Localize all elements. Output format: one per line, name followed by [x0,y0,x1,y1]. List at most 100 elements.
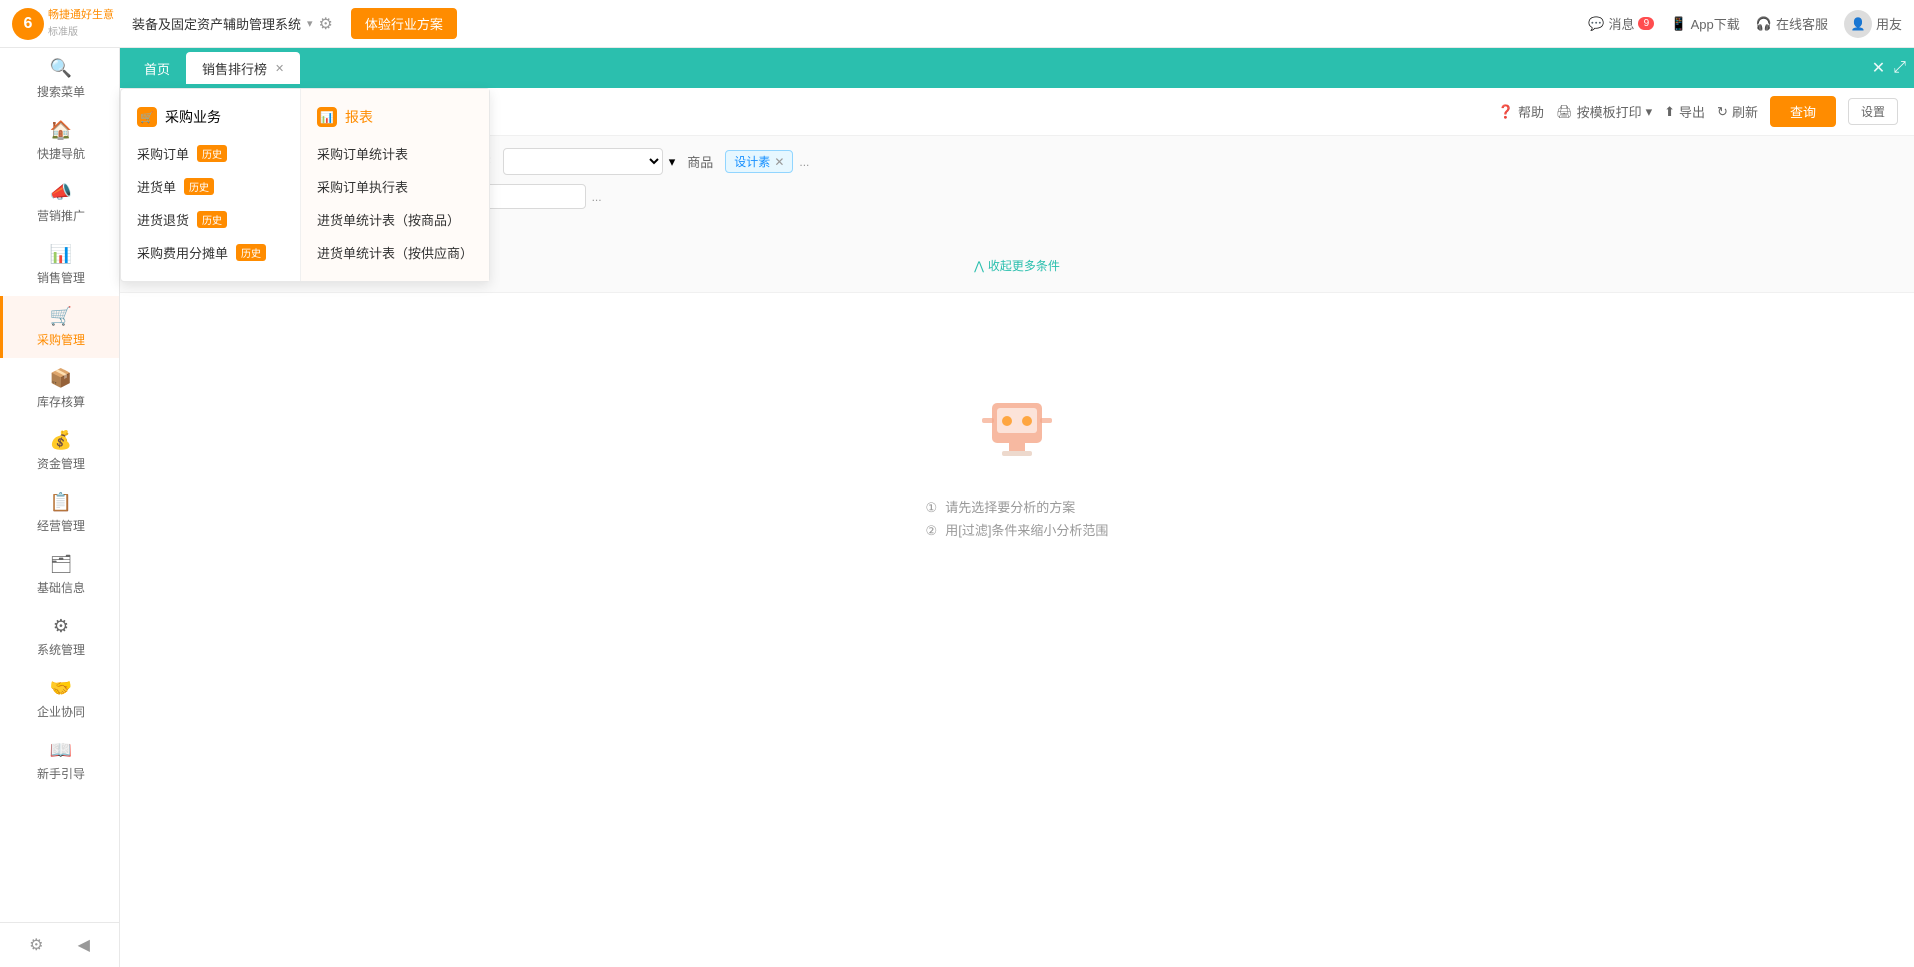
sidebar-settings-icon[interactable]: ⚙ [29,935,43,955]
sidebar-label-guide: 新手引导 [37,765,85,782]
sidebar-collapse-icon[interactable]: ◀ [78,935,90,955]
order-exec-label: 采购订单执行表 [317,177,408,196]
refresh-label: 刷新 [1732,102,1758,121]
collapse-label: 收起更多条件 [988,257,1060,274]
export-button[interactable]: ⬆ 导出 [1664,102,1705,121]
sidebar-item-purchase[interactable]: 🛒 采购管理 [0,296,119,358]
goods-receipt-label: 进货单 [137,177,176,196]
dropdown-menu: 🛒 采购业务 采购订单 历史 进货单 历史 进货退货 历史 采购费用分摊单 历史… [120,88,490,282]
sidebar: 🔍 搜索菜单 🏠 快捷导航 📣 营销推广 📊 销售管理 🛒 采购管理 📦 库存核… [0,48,120,967]
reports-header-label: 报表 [345,107,373,127]
history-badge-1: 历史 [184,178,214,195]
sidebar-label-sales: 销售管理 [37,269,85,286]
refresh-icon: ↻ [1717,104,1728,120]
sidebar-item-basic-info[interactable]: 🗂 基础信息 [0,544,119,606]
tab-sales-rank[interactable]: 销售排行榜 ✕ [186,52,300,84]
sidebar-item-search[interactable]: 🔍 搜索菜单 [0,48,119,110]
topbar: 6 畅捷通好生意 标准版 装备及固定资产辅助管理系统 ▾ ⚙ 体验行业方案 💬 … [0,0,1914,48]
goods-return-label: 进货退货 [137,210,189,229]
dropdown-reports-header: 📊 报表 [301,101,489,137]
logo-text: 畅捷通好生意 [48,9,114,22]
dropdown-item-purchase-order[interactable]: 采购订单 历史 [121,137,300,170]
logo-sub: 标准版 [48,23,114,38]
topbar-right: 💬 消息 9 📱 App下载 🎧 在线客服 👤 用友 [1588,10,1902,38]
refresh-button[interactable]: ↻ 刷新 [1717,102,1758,121]
title-arrow-icon[interactable]: ▾ [307,17,313,30]
help-button[interactable]: ❓ 帮助 [1498,102,1544,121]
sidebar-label-purchase: 采购管理 [37,331,85,348]
bill-status-select[interactable] [503,148,663,175]
trial-button[interactable]: 体验行业方案 [351,8,457,39]
dropdown-item-goods-receipt[interactable]: 进货单 历史 [121,170,300,203]
help-label: 帮助 [1518,102,1544,121]
sidebar-item-quick-nav[interactable]: 🏠 快捷导航 [0,110,119,172]
search-icon: 🔍 [50,58,72,79]
goods-tag-text: 设计素 [734,153,770,170]
sidebar-label-system: 系统管理 [37,641,85,658]
order-stats-label: 采购订单统计表 [317,144,408,163]
tab-close-icon[interactable]: ✕ [275,62,284,75]
export-icon: ⬆ [1664,104,1675,120]
bill-status-arrow: ▾ [669,154,676,170]
goods-tag-close[interactable]: ✕ [774,155,784,169]
salesman-more[interactable]: ... [592,190,602,204]
inventory-icon: 📦 [50,368,72,389]
empty-tip-2: 用[过滤]条件来缩小分析范围 [945,523,1108,538]
sidebar-bottom: ⚙ ◀ [0,922,119,967]
settings-button[interactable]: 设置 [1848,98,1898,125]
dropdown-item-receipt-stats-supplier[interactable]: 进货单统计表（按供应商） [301,236,489,269]
query-button[interactable]: 查询 [1770,96,1836,127]
dropdown-item-order-exec[interactable]: 采购订单执行表 [301,170,489,203]
sidebar-label-marketing: 营销推广 [37,207,85,224]
empty-state: ①请先选择要分析的方案 ②用[过滤]条件来缩小分析范围 [120,293,1914,623]
goods-more[interactable]: ... [799,155,809,169]
tab-sales-rank-label: 销售排行榜 [202,59,267,78]
sidebar-item-enterprise[interactable]: 🤝 企业协同 [0,668,119,730]
bullet-2: ② [926,523,938,538]
empty-tip-1: 请先选择要分析的方案 [945,500,1075,515]
sales-icon: 📊 [50,244,72,265]
dropdown-item-order-stats[interactable]: 采购订单统计表 [301,137,489,170]
dropdown-item-goods-return[interactable]: 进货退货 历史 [121,203,300,236]
user-avatar: 👤 [1844,10,1872,38]
dropdown-item-purchase-expense[interactable]: 采购费用分摊单 历史 [121,236,300,269]
print-arrow-icon: ▾ [1646,104,1653,120]
sidebar-item-inventory[interactable]: 📦 库存核算 [0,358,119,420]
purchase-icon: 🛒 [50,306,72,327]
user-item[interactable]: 👤 用友 [1844,10,1902,38]
purchase-order-label: 采购订单 [137,144,189,163]
topbar-settings-icon[interactable]: ⚙ [319,14,333,34]
receipt-stats-supplier-label: 进货单统计表（按供应商） [317,243,473,262]
history-badge-3: 历史 [236,244,266,261]
message-item[interactable]: 💬 消息 9 [1588,14,1654,33]
dropdown-purchase-col: 🛒 采购业务 采购订单 历史 进货单 历史 进货退货 历史 采购费用分摊单 历史 [121,89,301,281]
tab-close-window-icon[interactable]: ✕ [1872,58,1885,78]
dropdown-purchase-header: 🛒 采购业务 [121,101,300,137]
online-service-item[interactable]: 🎧 在线客服 [1756,14,1828,33]
tab-maximize-icon[interactable]: ⤢ [1893,59,1906,77]
online-service-label: 在线客服 [1776,14,1828,33]
sidebar-item-finance[interactable]: 💰 资金管理 [0,420,119,482]
sidebar-item-sales[interactable]: 📊 销售管理 [0,234,119,296]
tabbar: 首页 销售排行榜 ✕ ✕ ⤢ [120,48,1914,88]
app-download-item[interactable]: 📱 App下载 [1670,14,1739,33]
tab-home[interactable]: 首页 [128,52,186,84]
goods-tag: 设计素 ✕ [725,150,793,173]
sidebar-label-search: 搜索菜单 [37,83,85,100]
sidebar-item-operations[interactable]: 📋 经营管理 [0,482,119,544]
message-icon: 💬 [1588,16,1604,32]
sidebar-item-marketing[interactable]: 📣 营销推广 [0,172,119,234]
help-icon: ❓ [1498,104,1514,120]
print-button[interactable]: 🖨 按模板打印 ▾ [1556,102,1652,121]
sidebar-item-system[interactable]: ⚙ 系统管理 [0,606,119,668]
dropdown-item-receipt-stats-goods[interactable]: 进货单统计表（按商品） [301,203,489,236]
purchase-header-icon: 🛒 [137,107,157,127]
sidebar-label-basic-info: 基础信息 [37,579,85,596]
logo-icon: 6 [12,8,44,40]
basic-info-icon: 🗂 [50,554,73,575]
logo-area: 6 畅捷通好生意 标准版 [12,8,132,40]
export-label: 导出 [1679,102,1705,121]
system-title-text: 装备及固定资产辅助管理系统 [132,14,301,33]
sidebar-item-guide[interactable]: 📖 新手引导 [0,730,119,792]
sidebar-label-inventory: 库存核算 [37,393,85,410]
